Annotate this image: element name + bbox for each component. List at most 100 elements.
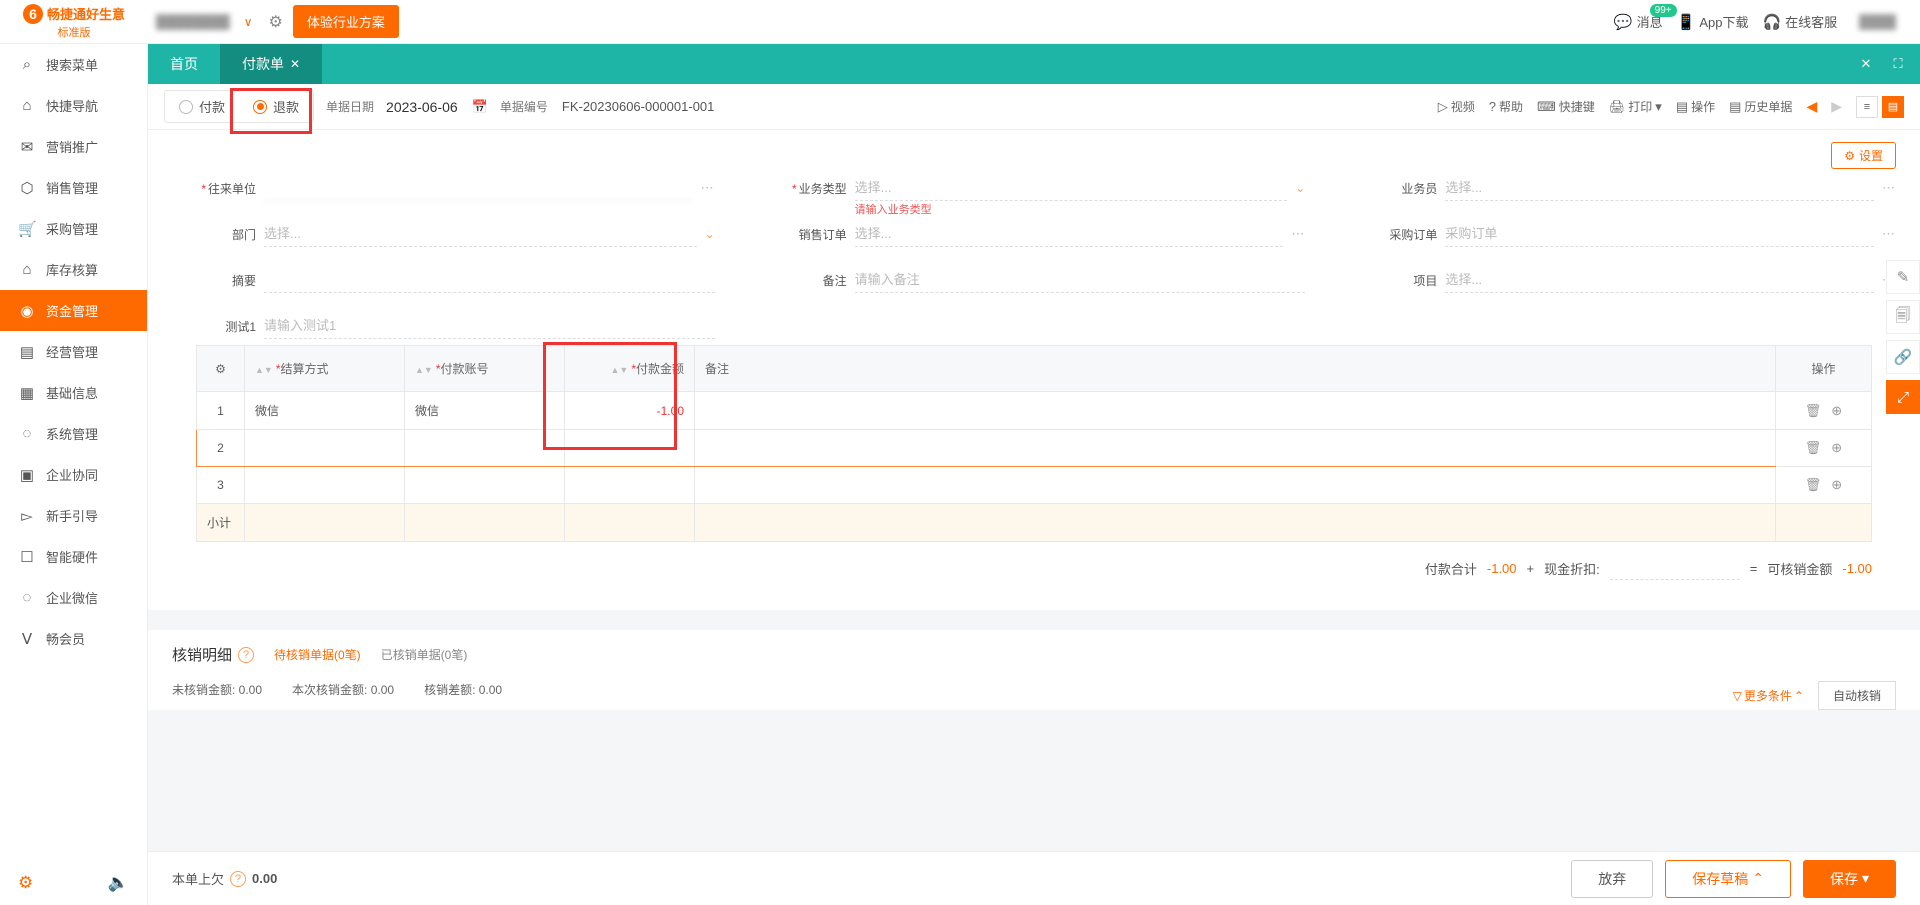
- help-icon[interactable]: ?: [238, 647, 254, 663]
- sidebar-item-10[interactable]: ▣企业协同: [0, 454, 147, 495]
- th-gear[interactable]: ⚙: [197, 346, 245, 392]
- support-link[interactable]: 🎧 在线客服: [1762, 12, 1837, 31]
- cell-amount[interactable]: [565, 467, 695, 504]
- biztype-chevron-icon[interactable]: ⌄: [1295, 181, 1305, 195]
- clerk-more-icon[interactable]: ⋯: [1882, 180, 1896, 196]
- trial-button[interactable]: 体验行业方案: [293, 5, 399, 38]
- right-rail: ✎ 🗐 🔗 ⤢: [1886, 260, 1920, 414]
- messages-link[interactable]: 💬 消息 99+: [1614, 12, 1663, 31]
- abandon-button[interactable]: 放弃: [1571, 860, 1653, 898]
- cell-remark[interactable]: [695, 467, 1776, 504]
- sidebar-item-11[interactable]: ▻新手引导: [0, 495, 147, 536]
- add-row-icon[interactable]: ⊕: [1831, 477, 1842, 493]
- view-list-icon[interactable]: ≡: [1856, 96, 1878, 118]
- cash-discount-input[interactable]: [1610, 556, 1740, 580]
- cell-amount[interactable]: -1.00: [565, 392, 695, 430]
- summary-input[interactable]: [264, 267, 715, 293]
- test1-input[interactable]: [264, 313, 715, 339]
- table-row[interactable]: 1微信微信-1.00🗑⊕: [197, 392, 1872, 430]
- purchase-order-input[interactable]: [1445, 221, 1874, 247]
- bill-date-value[interactable]: 2023-06-06: [386, 99, 458, 115]
- cell-method[interactable]: 微信: [245, 392, 405, 430]
- tab-home[interactable]: 首页: [148, 44, 220, 84]
- sidebar-item-4[interactable]: 🛒采购管理: [0, 208, 147, 249]
- rail-expand-icon[interactable]: ⤢: [1886, 380, 1920, 414]
- th-method[interactable]: ▲▼*结算方式: [245, 346, 405, 392]
- sales-order-input[interactable]: [855, 221, 1284, 247]
- sidebar-item-13[interactable]: ◌企业微信: [0, 577, 147, 618]
- save-draft-button[interactable]: 保存草稿⌃: [1665, 860, 1791, 898]
- history-link[interactable]: ▤历史单据: [1729, 98, 1792, 115]
- sidebar-item-9[interactable]: ◌系统管理: [0, 413, 147, 454]
- sales-order-more-icon[interactable]: ⋯: [1291, 226, 1305, 242]
- operate-link[interactable]: ▤操作: [1676, 98, 1715, 115]
- project-input[interactable]: [1445, 267, 1874, 293]
- clerk-input[interactable]: [1445, 175, 1874, 201]
- delete-row-icon[interactable]: 🗑: [1805, 477, 1822, 493]
- tab-done[interactable]: 已核销单据(0笔): [381, 646, 468, 663]
- sidebar-item-6[interactable]: ◉资金管理: [0, 290, 147, 331]
- rail-link-icon[interactable]: 🔗: [1886, 340, 1920, 374]
- table-row[interactable]: 3🗑⊕: [197, 467, 1872, 504]
- shortcut-link[interactable]: ⌨快捷键: [1537, 98, 1595, 115]
- top-gear-icon[interactable]: ⚙: [268, 12, 282, 32]
- delete-row-icon[interactable]: 🗑: [1805, 403, 1822, 419]
- more-filters-link[interactable]: ▽更多条件⌃: [1733, 687, 1804, 704]
- next-bill-icon[interactable]: ▶: [1831, 98, 1842, 115]
- sidebar-item-8[interactable]: ▦基础信息: [0, 372, 147, 413]
- radio-pay[interactable]: 付款: [165, 91, 239, 122]
- tab-expand-icon[interactable]: ⛶: [1886, 52, 1910, 76]
- auto-writeoff-button[interactable]: 自动核销: [1818, 681, 1896, 710]
- tab-payment-bill[interactable]: 付款单 ✕: [220, 44, 322, 84]
- cell-remark[interactable]: [695, 392, 1776, 430]
- delete-row-icon[interactable]: 🗑: [1805, 440, 1822, 456]
- help-icon[interactable]: ?: [230, 871, 246, 887]
- tab-close-all-icon[interactable]: ✕: [1854, 52, 1878, 76]
- radio-refund[interactable]: 退款: [239, 91, 313, 122]
- tab-pending[interactable]: 待核销单据(0笔): [274, 646, 361, 663]
- sidebar-item-0[interactable]: ⌕搜索菜单: [0, 44, 147, 85]
- th-remark[interactable]: 备注: [695, 346, 1776, 392]
- add-row-icon[interactable]: ⊕: [1831, 440, 1842, 456]
- vendor-input[interactable]: [264, 175, 693, 201]
- cell-amount[interactable]: [565, 430, 695, 467]
- cell-method[interactable]: [245, 467, 405, 504]
- sound-icon[interactable]: 🔈: [108, 873, 129, 893]
- calendar-icon[interactable]: 📅: [472, 99, 488, 115]
- settings-icon[interactable]: ⚙: [18, 873, 33, 893]
- view-form-icon[interactable]: ▤: [1882, 96, 1904, 118]
- sidebar-item-3[interactable]: ⬡销售管理: [0, 167, 147, 208]
- tab-close-icon[interactable]: ✕: [290, 57, 300, 71]
- org-chevron-icon[interactable]: ∨: [244, 15, 253, 29]
- dept-chevron-icon[interactable]: ⌄: [705, 227, 715, 241]
- sidebar-item-5[interactable]: ⌂库存核算: [0, 249, 147, 290]
- th-amount[interactable]: ▲▼*付款金额: [565, 346, 695, 392]
- vendor-more-icon[interactable]: ⋯: [701, 180, 715, 196]
- sidebar-item-1[interactable]: ⌂快捷导航: [0, 85, 147, 126]
- rail-doc-icon[interactable]: 🗐: [1886, 300, 1920, 334]
- config-button[interactable]: ⚙设置: [1831, 142, 1896, 169]
- help-link[interactable]: ?帮助: [1489, 98, 1523, 115]
- cell-account[interactable]: [405, 430, 565, 467]
- cell-remark[interactable]: [695, 430, 1776, 467]
- cell-method[interactable]: [245, 430, 405, 467]
- dept-input[interactable]: [264, 221, 697, 247]
- purchase-order-more-icon[interactable]: ⋯: [1882, 226, 1896, 242]
- prev-bill-icon[interactable]: ◀: [1806, 98, 1817, 115]
- save-button[interactable]: 保存▾: [1803, 860, 1896, 898]
- print-link[interactable]: 🖨打印▾: [1609, 98, 1662, 115]
- table-row[interactable]: 2🗑⊕: [197, 430, 1872, 467]
- cell-account[interactable]: 微信: [405, 392, 565, 430]
- rail-note-icon[interactable]: ✎: [1886, 260, 1920, 294]
- app-download-link[interactable]: 📱 App下载: [1677, 12, 1749, 31]
- sidebar-item-7[interactable]: ▤经营管理: [0, 331, 147, 372]
- th-account[interactable]: ▲▼*付款账号: [405, 346, 565, 392]
- sidebar-item-12[interactable]: ☐智能硬件: [0, 536, 147, 577]
- sidebar-item-2[interactable]: ✉营销推广: [0, 126, 147, 167]
- add-row-icon[interactable]: ⊕: [1831, 403, 1842, 419]
- video-link[interactable]: ▷视频: [1438, 98, 1475, 115]
- cell-account[interactable]: [405, 467, 565, 504]
- sidebar-item-14[interactable]: Ⅴ畅会员: [0, 618, 147, 659]
- remark-input[interactable]: [855, 267, 1306, 293]
- biztype-input[interactable]: [855, 175, 1288, 201]
